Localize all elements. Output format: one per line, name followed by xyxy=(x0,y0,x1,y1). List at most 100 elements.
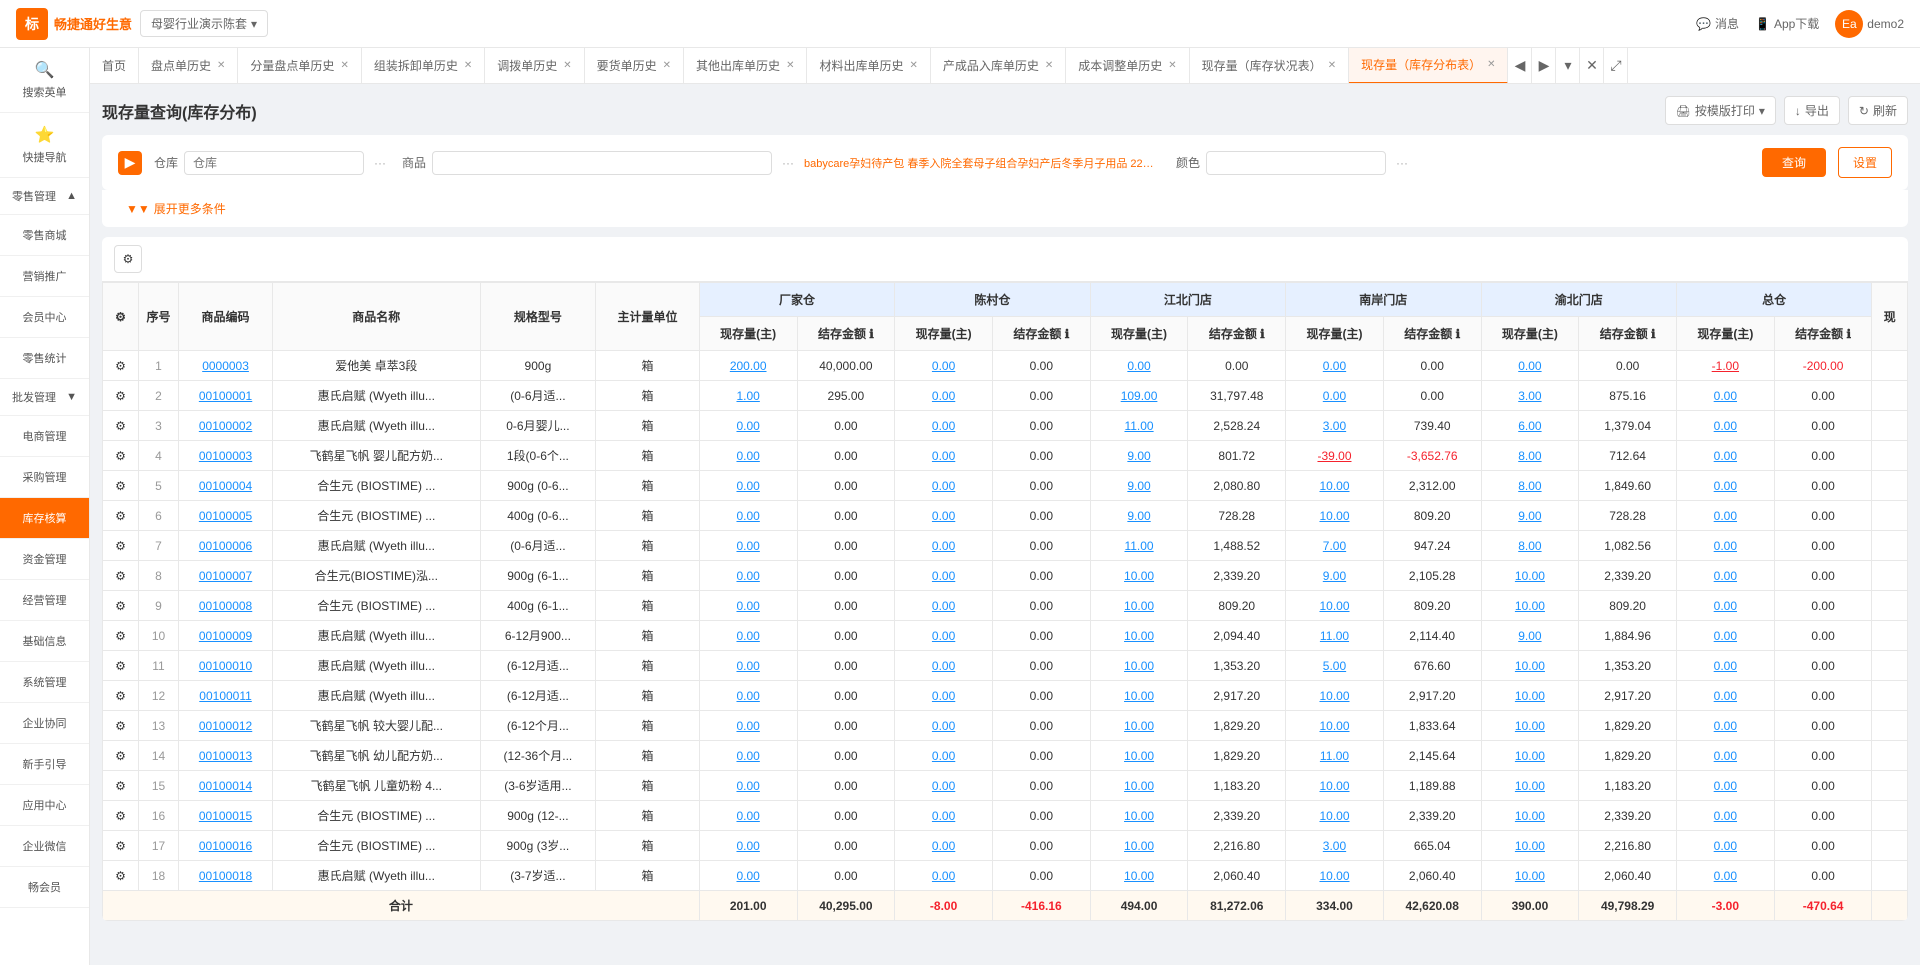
cell-yuebei-stock[interactable]: 10.00 xyxy=(1481,711,1579,741)
sidebar-item-wholesale[interactable]: 批发管理 ▼ xyxy=(0,379,89,416)
tab-transfer[interactable]: 调拨单历史 ✕ xyxy=(485,48,584,84)
cell-chen-stock[interactable]: 0.00 xyxy=(895,351,993,381)
cell-total-stock[interactable]: 0.00 xyxy=(1676,441,1774,471)
sidebar-item-retail[interactable]: 零售管理 ▲ xyxy=(0,178,89,215)
tab-stock-dist-close[interactable]: ✕ xyxy=(1487,59,1495,70)
cell-total-stock[interactable]: 0.00 xyxy=(1676,591,1774,621)
sidebar-item-wechat[interactable]: 企业微信 xyxy=(0,826,89,867)
sidebar-item-guide[interactable]: 新手引导 xyxy=(0,744,89,785)
export-btn[interactable]: ↓ 导出 xyxy=(1784,96,1840,125)
cell-code[interactable]: 00100003 xyxy=(179,441,273,471)
sidebar-item-finance[interactable]: 资金管理 xyxy=(0,539,89,580)
cell-jiangbei-stock[interactable]: 10.00 xyxy=(1090,801,1188,831)
cell-total-stock[interactable]: 0.00 xyxy=(1676,501,1774,531)
gear-btn[interactable]: ⚙ xyxy=(114,245,142,273)
cell-total-stock[interactable]: -1.00 xyxy=(1676,351,1774,381)
tab-product-in[interactable]: 产成品入库单历史 ✕ xyxy=(931,48,1066,84)
tab-prev-btn[interactable]: ◀ xyxy=(1508,48,1532,84)
cell-nanan-stock[interactable]: 3.00 xyxy=(1286,831,1384,861)
tab-material-out[interactable]: 材料出库单历史 ✕ xyxy=(807,48,930,84)
warehouse-dots[interactable]: ··· xyxy=(370,156,390,170)
warehouse-input[interactable] xyxy=(184,151,364,175)
sidebar-item-enterprise[interactable]: 企业协同 xyxy=(0,703,89,744)
sidebar-item-purchase[interactable]: 采购管理 xyxy=(0,457,89,498)
cell-jiangbei-stock[interactable]: 9.00 xyxy=(1090,471,1188,501)
cell-jiangbei-stock[interactable]: 0.00 xyxy=(1090,351,1188,381)
nav-dropdown[interactable]: 母婴行业演示陈套 ▾ xyxy=(140,10,268,37)
cell-yuebei-stock[interactable]: 9.00 xyxy=(1481,501,1579,531)
tab-assemble[interactable]: 组装拆卸单历史 ✕ xyxy=(362,48,485,84)
cell-nanan-stock[interactable]: 10.00 xyxy=(1286,861,1384,891)
cell-chen-stock[interactable]: 0.00 xyxy=(895,411,993,441)
tab-transfer-close[interactable]: ✕ xyxy=(563,60,571,71)
cell-factory-stock[interactable]: 0.00 xyxy=(699,861,797,891)
cell-nanan-stock[interactable]: 9.00 xyxy=(1286,561,1384,591)
cell-nanan-stock[interactable]: 10.00 xyxy=(1286,711,1384,741)
tab-home[interactable]: 首页 xyxy=(90,48,139,84)
cell-jiangbei-stock[interactable]: 10.00 xyxy=(1090,681,1188,711)
cell-jiangbei-stock[interactable]: 9.00 xyxy=(1090,501,1188,531)
cell-chen-stock[interactable]: 0.00 xyxy=(895,621,993,651)
cell-jiangbei-stock[interactable]: 10.00 xyxy=(1090,561,1188,591)
cell-chen-stock[interactable]: 0.00 xyxy=(895,531,993,561)
cell-code[interactable]: 00100004 xyxy=(179,471,273,501)
message-btn[interactable]: 💬 消息 xyxy=(1696,15,1739,32)
cell-yuebei-stock[interactable]: 10.00 xyxy=(1481,741,1579,771)
cell-yuebei-stock[interactable]: 10.00 xyxy=(1481,651,1579,681)
cell-chen-stock[interactable]: 0.00 xyxy=(895,441,993,471)
cell-nanan-stock[interactable]: 10.00 xyxy=(1286,591,1384,621)
app-download-btn[interactable]: 📱 App下载 xyxy=(1755,15,1819,32)
cell-factory-stock[interactable]: 0.00 xyxy=(699,411,797,441)
cell-factory-stock[interactable]: 0.00 xyxy=(699,621,797,651)
cell-chen-stock[interactable]: 0.00 xyxy=(895,861,993,891)
cell-code[interactable]: 00100014 xyxy=(179,771,273,801)
cell-factory-stock[interactable]: 0.00 xyxy=(699,681,797,711)
cell-factory-stock[interactable]: 0.00 xyxy=(699,741,797,771)
cell-total-stock[interactable]: 0.00 xyxy=(1676,621,1774,651)
cell-yuebei-stock[interactable]: 10.00 xyxy=(1481,561,1579,591)
cell-jiangbei-stock[interactable]: 10.00 xyxy=(1090,861,1188,891)
cell-factory-stock[interactable]: 0.00 xyxy=(699,471,797,501)
cell-nanan-stock[interactable]: 5.00 xyxy=(1286,651,1384,681)
cell-yuebei-stock[interactable]: 8.00 xyxy=(1481,531,1579,561)
cell-factory-stock[interactable]: 0.00 xyxy=(699,561,797,591)
cell-total-stock[interactable]: 0.00 xyxy=(1676,681,1774,711)
tab-branch-count[interactable]: 分量盘点单历史 ✕ xyxy=(238,48,361,84)
cell-yuebei-stock[interactable]: 10.00 xyxy=(1481,831,1579,861)
cell-yuebei-stock[interactable]: 8.00 xyxy=(1481,471,1579,501)
sidebar-item-basic[interactable]: 基础信息 xyxy=(0,621,89,662)
cell-total-stock[interactable]: 0.00 xyxy=(1676,561,1774,591)
tab-product-in-close[interactable]: ✕ xyxy=(1045,60,1053,71)
cell-yuebei-stock[interactable]: 10.00 xyxy=(1481,801,1579,831)
cell-yuebei-stock[interactable]: 3.00 xyxy=(1481,381,1579,411)
sidebar-item-ecommerce[interactable]: 电商管理 xyxy=(0,416,89,457)
sidebar-item-operation[interactable]: 经营管理 xyxy=(0,580,89,621)
cell-jiangbei-stock[interactable]: 9.00 xyxy=(1090,441,1188,471)
cell-chen-stock[interactable]: 0.00 xyxy=(895,381,993,411)
cell-code[interactable]: 00100002 xyxy=(179,411,273,441)
tab-branch-count-close[interactable]: ✕ xyxy=(340,60,348,71)
cell-total-stock[interactable]: 0.00 xyxy=(1676,771,1774,801)
cell-chen-stock[interactable]: 0.00 xyxy=(895,741,993,771)
cell-nanan-stock[interactable]: 10.00 xyxy=(1286,501,1384,531)
cell-nanan-stock[interactable]: 3.00 xyxy=(1286,411,1384,441)
sidebar-item-quicknav[interactable]: ⭐ 快捷导航 xyxy=(0,113,89,178)
sidebar-item-member2[interactable]: 畅会员 xyxy=(0,867,89,908)
sidebar-item-inventory[interactable]: 库存核算 xyxy=(0,498,89,539)
tab-other-out[interactable]: 其他出库单历史 ✕ xyxy=(684,48,807,84)
cell-nanan-stock[interactable]: 0.00 xyxy=(1286,351,1384,381)
cell-code[interactable]: 00100005 xyxy=(179,501,273,531)
cell-code[interactable]: 00100016 xyxy=(179,831,273,861)
tab-other-out-close[interactable]: ✕ xyxy=(786,60,794,71)
cell-jiangbei-stock[interactable]: 10.00 xyxy=(1090,651,1188,681)
cell-code[interactable]: 00100001 xyxy=(179,381,273,411)
sidebar-item-retail-stat[interactable]: 零售统计 xyxy=(0,338,89,379)
tab-stock-status[interactable]: 现存量（库存状况表） ✕ xyxy=(1190,48,1349,84)
cell-factory-stock[interactable]: 0.00 xyxy=(699,591,797,621)
cell-factory-stock[interactable]: 0.00 xyxy=(699,801,797,831)
cell-yuebei-stock[interactable]: 0.00 xyxy=(1481,351,1579,381)
user-area[interactable]: Ea demo2 xyxy=(1835,10,1904,38)
tab-next-btn[interactable]: ▶ xyxy=(1532,48,1556,84)
cell-code[interactable]: 00100012 xyxy=(179,711,273,741)
cell-code[interactable]: 00100011 xyxy=(179,681,273,711)
